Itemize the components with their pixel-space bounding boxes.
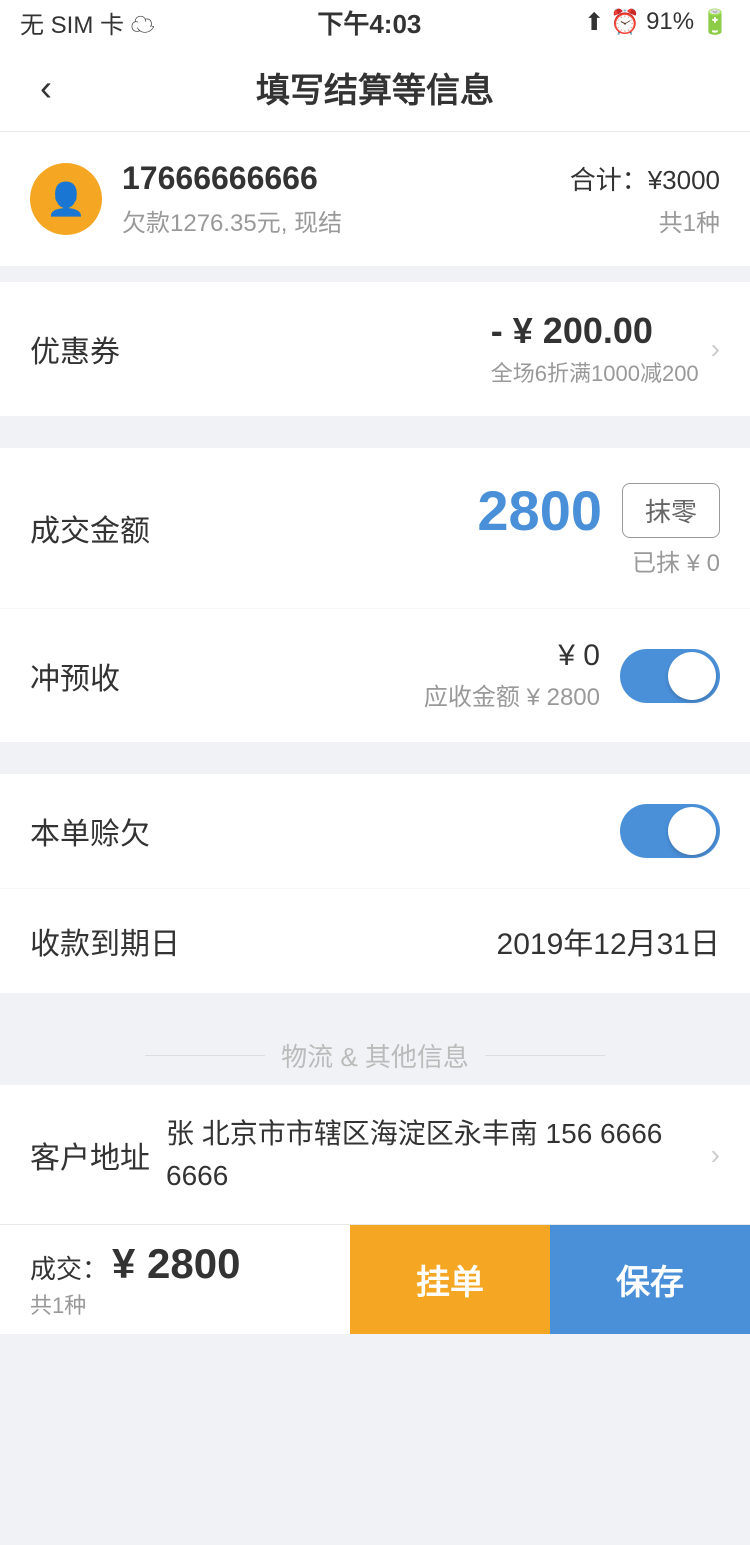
address-value: 张 北京市市辖区海淀区永丰南 156 6666 6666 bbox=[166, 1113, 695, 1197]
prepaid-value-area: ¥ 0 应收金额 ¥ 2800 bbox=[424, 639, 600, 712]
prepaid-toggle[interactable] bbox=[620, 649, 720, 703]
page-title: 填写结算等信息 bbox=[256, 63, 494, 112]
sim-label: 无 SIM 卡 ☁ bbox=[20, 5, 155, 40]
total-count: 共1种 bbox=[570, 203, 720, 238]
debt-toggle[interactable] bbox=[620, 804, 720, 858]
hangup-button[interactable]: 挂单 bbox=[350, 1225, 550, 1334]
customer-debt: 欠款1276.35元, 现结 bbox=[122, 203, 342, 238]
status-bar: 无 SIM 卡 ☁ 下午4:03 ⬆ ⏰ 91% 🔋 bbox=[0, 0, 750, 44]
status-right: ⬆ ⏰ 91% 🔋 bbox=[584, 8, 730, 37]
round-button[interactable]: 抹零 bbox=[622, 483, 720, 538]
coupon-desc: 全场6折满1000减200 bbox=[491, 356, 699, 388]
coupon-label: 优惠券 bbox=[30, 327, 120, 371]
coupon-row[interactable]: 优惠券 - ¥ 200.00 全场6折满1000减200 › bbox=[0, 282, 750, 416]
bottom-summary: 成交： ¥ 2800 共1种 bbox=[0, 1240, 350, 1320]
deal-sub-text: 已抹 ¥ 0 bbox=[477, 543, 720, 578]
coupon-info: - ¥ 200.00 全场6折满1000减200 bbox=[491, 310, 699, 388]
customer-left: 👤 17666666666 欠款1276.35元, 现结 bbox=[30, 160, 342, 238]
avatar: 👤 bbox=[30, 163, 102, 235]
bottom-count: 共1种 bbox=[30, 1288, 320, 1320]
prepaid-label: 冲预收 bbox=[30, 654, 120, 698]
toggle-knob bbox=[668, 652, 716, 700]
form-section-2: 本单赊欠 收款到期日 2019年12月31日 bbox=[0, 774, 750, 993]
bottom-bar: 成交： ¥ 2800 共1种 挂单 保存 bbox=[0, 1224, 750, 1334]
customer-right: 合计：¥3000 共1种 bbox=[570, 160, 720, 238]
toggle-knob-2 bbox=[668, 807, 716, 855]
status-time: 下午4:03 bbox=[317, 4, 421, 41]
logistics-label: 物流 & 其他信息 bbox=[145, 1037, 605, 1074]
alarm-icon: ⏰ bbox=[610, 8, 640, 37]
bottom-buttons: 挂单 保存 bbox=[350, 1225, 750, 1334]
customer-card: 👤 17666666666 欠款1276.35元, 现结 合计：¥3000 共1… bbox=[0, 132, 750, 266]
divider-3 bbox=[0, 1009, 750, 1025]
divider-2 bbox=[0, 758, 750, 774]
deal-value-area: 2800 抹零 bbox=[477, 478, 720, 543]
deal-amount-row: 成交金额 2800 抹零 已抹 ¥ 0 bbox=[0, 448, 750, 609]
chevron-right-icon: › bbox=[711, 333, 720, 365]
address-chevron-icon: › bbox=[711, 1139, 720, 1171]
debt-row: 本单赊欠 bbox=[0, 774, 750, 889]
bottom-deal-amount: ¥ 2800 bbox=[112, 1240, 240, 1288]
logistics-section-header: 物流 & 其他信息 bbox=[0, 1025, 750, 1085]
form-section-1: 成交金额 2800 抹零 已抹 ¥ 0 冲预收 ¥ 0 应收金额 ¥ 2800 bbox=[0, 448, 750, 742]
deal-amount-value: 2800 bbox=[477, 478, 602, 543]
deal-right: 2800 抹零 已抹 ¥ 0 bbox=[477, 478, 720, 578]
deal-label: 成交金额 bbox=[30, 506, 150, 550]
customer-phone: 17666666666 bbox=[122, 160, 342, 197]
due-date-label: 收款到期日 bbox=[30, 919, 180, 963]
battery-icon: 🔋 bbox=[700, 8, 730, 37]
prepaid-row: 冲预收 ¥ 0 应收金额 ¥ 2800 bbox=[0, 609, 750, 742]
location-icon: ⬆ bbox=[584, 8, 604, 37]
coupon-right: - ¥ 200.00 全场6折满1000减200 › bbox=[491, 310, 720, 388]
due-date-row: 收款到期日 2019年12月31日 bbox=[0, 889, 750, 993]
divider-1 bbox=[0, 432, 750, 448]
header: ‹ 填写结算等信息 bbox=[0, 44, 750, 132]
bottom-deal-label: 成交： bbox=[30, 1249, 108, 1286]
debt-label: 本单赊欠 bbox=[30, 809, 150, 853]
address-row[interactable]: 客户地址 张 北京市市辖区海淀区永丰南 156 6666 6666 › bbox=[0, 1085, 750, 1225]
prepaid-amount: ¥ 0 bbox=[424, 639, 600, 673]
status-left: 无 SIM 卡 ☁ bbox=[20, 5, 155, 40]
address-label: 客户地址 bbox=[30, 1133, 150, 1177]
customer-info: 17666666666 欠款1276.35元, 现结 bbox=[122, 160, 342, 238]
bottom-deal-row: 成交： ¥ 2800 bbox=[30, 1240, 320, 1288]
prepaid-sub: 应收金额 ¥ 2800 bbox=[424, 677, 600, 712]
due-date-value: 2019年12月31日 bbox=[497, 919, 720, 963]
save-button[interactable]: 保存 bbox=[550, 1225, 750, 1334]
battery-label: 91% bbox=[646, 8, 694, 36]
total-label: 合计：¥3000 bbox=[570, 160, 720, 197]
back-button[interactable]: ‹ bbox=[30, 57, 62, 119]
coupon-amount: - ¥ 200.00 bbox=[491, 310, 699, 352]
